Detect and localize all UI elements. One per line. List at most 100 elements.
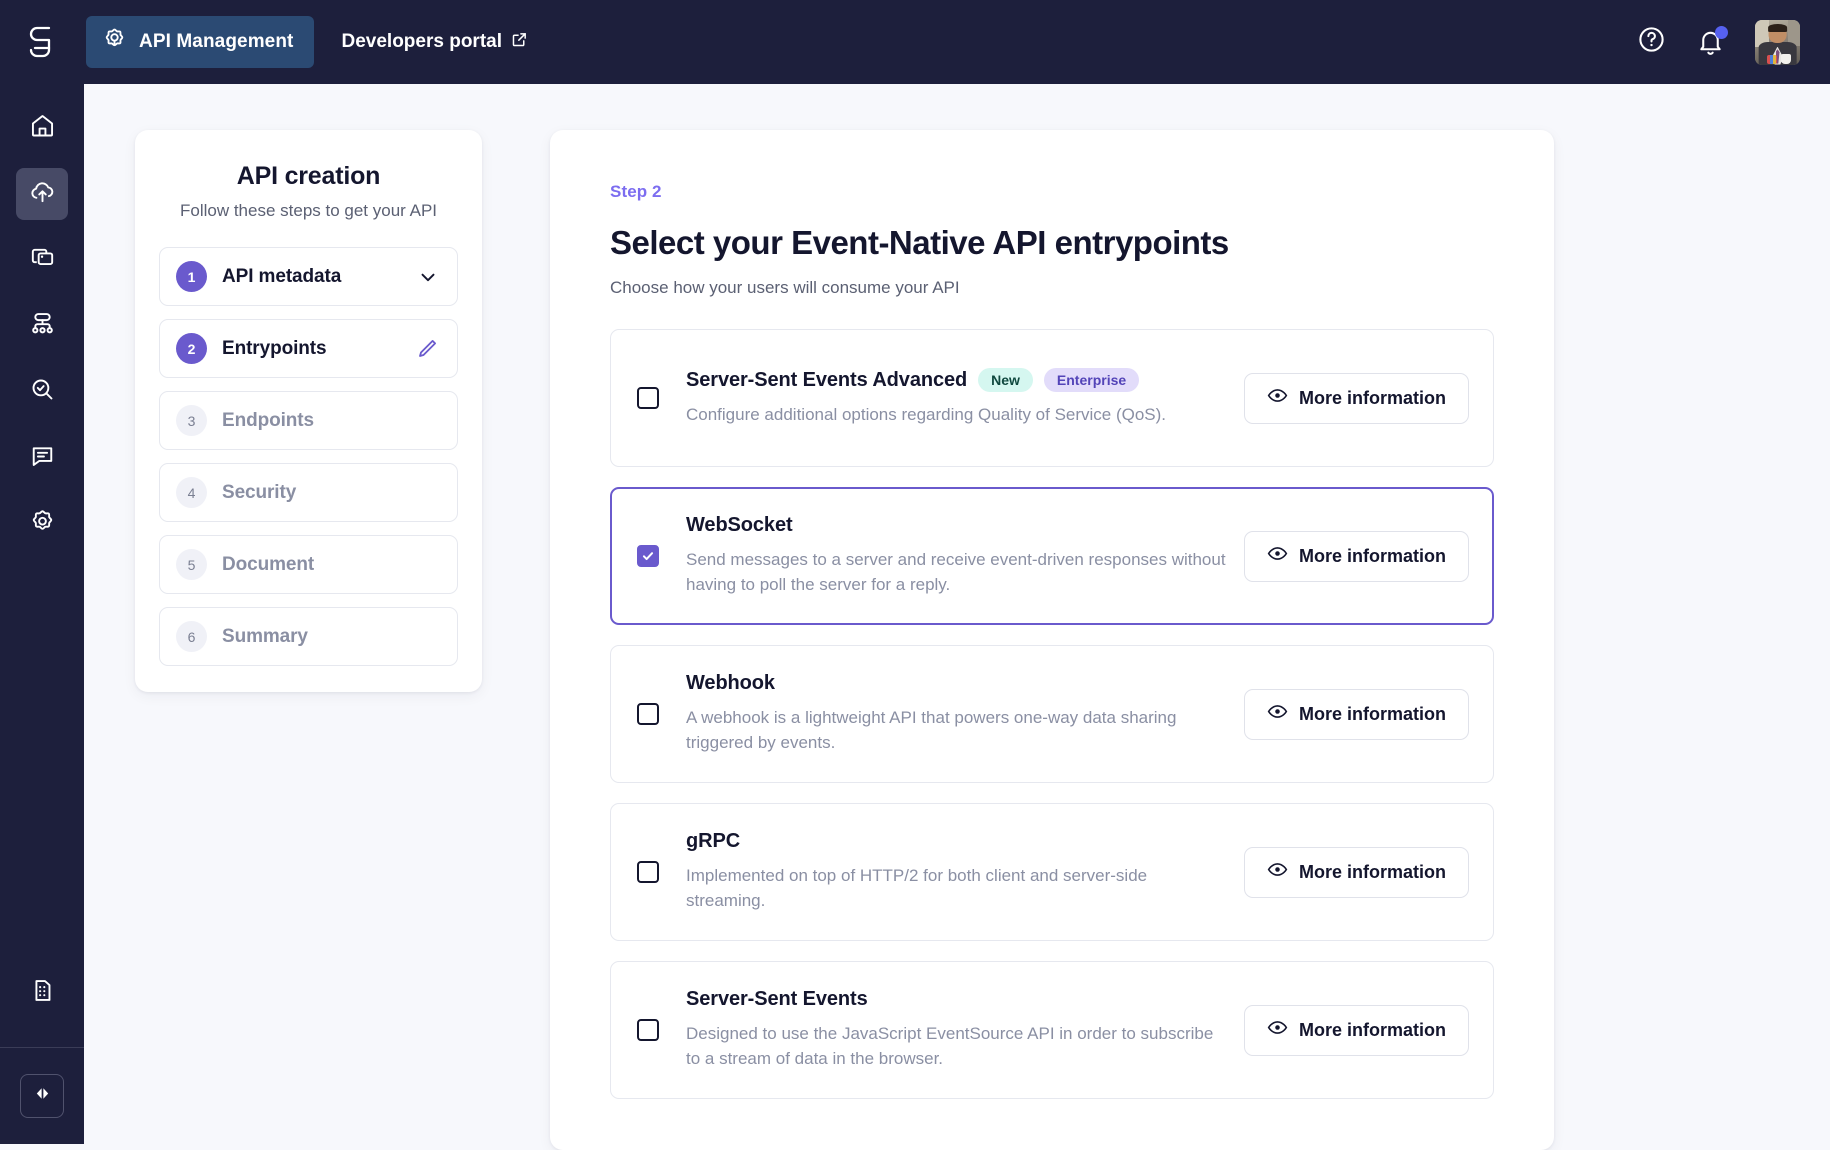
notifications-button[interactable] [1696,25,1728,57]
nav-api-management[interactable]: API Management [86,16,314,68]
entrypoint-description: Designed to use the JavaScript EventSour… [686,1024,1214,1068]
avatar[interactable] [1755,19,1800,65]
rail-divider [0,1047,84,1048]
entrypoint-card-websocket[interactable]: WebSocket Send messages to a server and … [610,487,1494,625]
entrypoint-card-grpc[interactable]: gRPC Implemented on top of HTTP/2 for bo… [610,803,1494,941]
sidebar-item-entrypoints[interactable]: 2 Entrypoints [159,319,458,378]
step-label: API metadata [222,265,342,287]
entrypoint-checkbox[interactable] [637,1019,659,1041]
left-nav-rail [0,84,84,1144]
page-body: API creation Follow these steps to get y… [84,84,1830,1150]
page-title: API creation [236,162,381,190]
sidebar-item-organization[interactable] [16,967,68,1019]
eye-icon [1267,859,1288,885]
entrypoint-description: Send messages to a server and receive ev… [686,550,1226,594]
entrypoint-description: A webhook is a lightweight API that powe… [686,708,1177,752]
gear-icon [29,508,56,540]
nav-api-management-label: API Management [139,31,294,52]
entrypoint-title-row: Server-Sent Events [686,988,1226,1011]
status-badge-new: New [978,368,1033,393]
sidebar-item-analytics[interactable] [16,366,68,418]
message-icon [29,442,56,474]
step-number: 6 [176,621,207,652]
entrypoint-title-row: WebSocket [686,514,1226,537]
entrypoint-title-row: gRPC [686,830,1226,853]
sidebar-item-apis[interactable] [16,168,68,220]
more-information-button[interactable]: More information [1244,688,1469,740]
entrypoint-checkbox[interactable] [637,545,659,567]
sidebar-item-gateways[interactable] [16,300,68,352]
copy-apps-icon [29,244,56,276]
entrypoint-title-row: Webhook [686,672,1226,695]
more-information-label: More information [1299,387,1446,408]
step-number: 4 [176,477,207,508]
entrypoint-title: gRPC [686,830,741,853]
top-bar: API Management Developers portal [0,0,1830,84]
entrypoint-card-server-sent-events[interactable]: Server-Sent Events Designed to use the J… [610,961,1494,1099]
eye-icon [1267,1017,1288,1043]
sidebar-item-security[interactable]: 4 Security [159,463,458,522]
sidebar-item-api-metadata[interactable]: 1 API metadata [159,247,458,306]
more-information-label: More information [1299,545,1446,566]
entrypoint-title: Webhook [686,672,775,695]
step-label: Endpoints [222,409,314,431]
notification-badge [1715,25,1728,39]
entrypoint-body: Server-Sent Events Advanced New Enterpri… [686,368,1244,428]
entrypoint-title: Server-Sent Events Advanced [686,368,968,391]
entrypoint-title: WebSocket [686,514,793,537]
entrypoint-checkbox[interactable] [637,861,659,883]
more-information-button[interactable]: More information [1244,530,1469,582]
sidebar-item-document[interactable]: 5 Document [159,535,458,594]
step-number: 5 [176,549,207,580]
more-information-label: More information [1299,703,1446,724]
collapse-expand-icon [32,1083,53,1109]
external-link-icon [511,31,528,54]
step-label: Security [222,481,297,503]
more-information-button[interactable]: More information [1244,846,1469,898]
home-icon [29,112,56,144]
organization-building-icon [29,977,56,1009]
eye-icon [1267,701,1288,727]
entrypoint-card-webhook[interactable]: Webhook A webhook is a lightweight API t… [610,645,1494,783]
eye-icon [1267,543,1288,569]
topbar-actions [1637,19,1830,65]
entrypoint-list: Server-Sent Events Advanced New Enterpri… [610,329,1494,1099]
gravitee-logo-icon[interactable] [0,0,84,84]
sidebar-item-home[interactable] [16,102,68,154]
entrypoint-checkbox[interactable] [637,703,659,725]
sidebar-item-summary[interactable]: 6 Summary [159,607,458,666]
entrypoint-description: Configure additional options regarding Q… [686,405,1167,425]
entrypoint-body: WebSocket Send messages to a server and … [686,514,1244,597]
content-subtitle: Choose how your users will consume your … [610,278,960,297]
entrypoint-body: Webhook A webhook is a lightweight API t… [686,672,1244,755]
nav-developers-portal-label: Developers portal [341,31,503,52]
eye-icon [1267,385,1288,411]
entrypoint-card-server-sent-events-advanced[interactable]: Server-Sent Events Advanced New Enterpri… [610,329,1494,467]
more-information-button[interactable]: More information [1244,372,1469,424]
entrypoint-body: Server-Sent Events Designed to use the J… [686,988,1244,1071]
step-number: 3 [176,405,207,436]
help-circle-icon[interactable] [1637,25,1666,59]
sidebar-item-applications[interactable] [16,234,68,286]
step-number: 1 [176,261,207,292]
sidebar-item-endpoints[interactable]: 3 Endpoints [159,391,458,450]
entrypoint-title: Server-Sent Events [686,988,868,1011]
entrypoint-description: Implemented on top of HTTP/2 for both cl… [686,866,1148,910]
more-information-label: More information [1299,1019,1446,1040]
collapse-expand-toggle[interactable] [20,1074,64,1118]
entrypoint-checkbox[interactable] [637,387,659,409]
nav-developers-portal[interactable]: Developers portal [342,31,529,54]
step-label: Summary [222,625,308,647]
step-label: Document [222,553,315,575]
entrypoints-content-card: Step 2 Select your Event-Native API entr… [550,130,1554,1150]
step-number: 2 [176,333,207,364]
more-information-button[interactable]: More information [1244,1004,1469,1056]
cloud-upload-icon [29,178,56,210]
status-badge-enterprise: Enterprise [1043,368,1140,393]
topology-icon [29,310,56,342]
pencil-edit-icon[interactable] [415,337,439,361]
entrypoint-body: gRPC Implemented on top of HTTP/2 for bo… [686,830,1244,913]
sidebar-item-messages[interactable] [16,432,68,484]
chevron-down-icon[interactable] [417,266,439,288]
sidebar-item-settings[interactable] [16,498,68,550]
